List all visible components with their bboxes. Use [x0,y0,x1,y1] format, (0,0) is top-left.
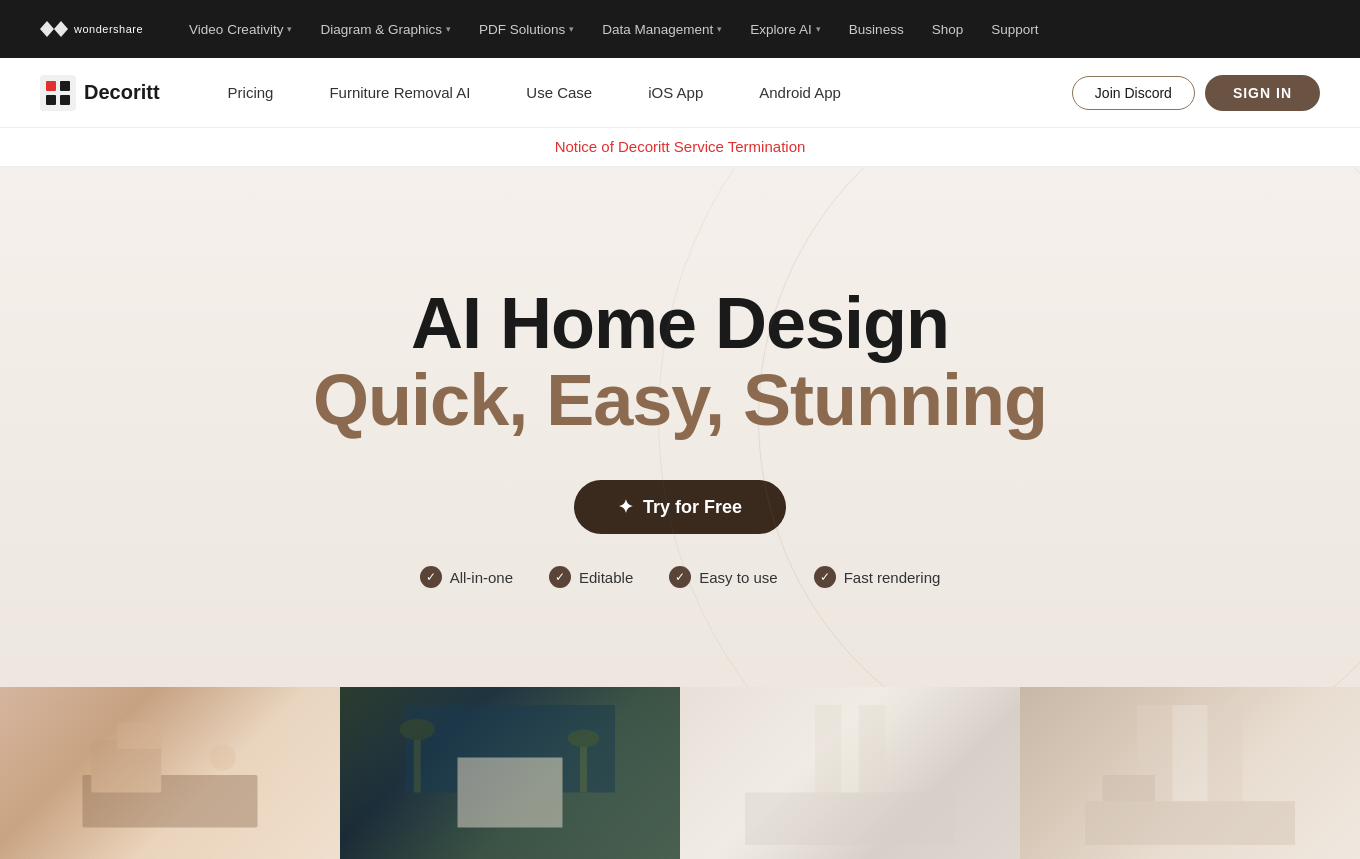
try-for-free-button[interactable]: ✦ Try for Free [574,480,786,534]
feature-badge-fast-rendering: ✓ Fast rendering [814,566,941,588]
subnav-android-app[interactable]: Android App [731,58,869,128]
svg-rect-3 [46,95,56,105]
check-icon: ✓ [549,566,571,588]
svg-rect-7 [118,722,162,748]
wondershare-logo-area[interactable]: wondershare [40,19,143,39]
check-icon: ✓ [814,566,836,588]
svg-rect-0 [40,75,76,111]
gallery-item-2[interactable] [340,687,680,859]
feature-label: Fast rendering [844,569,941,586]
svg-rect-1 [46,81,56,91]
feature-label: Editable [579,569,633,586]
decoritt-brand-label: Decoritt [84,81,160,104]
top-nav-items: Video Creativity ▾ Diagram & Graphics ▾ … [175,0,1320,58]
svg-rect-2 [60,81,70,91]
sub-nav-items: Pricing Furniture Removal AI Use Case iO… [200,58,1072,128]
wondershare-label: wondershare [74,23,143,35]
svg-rect-10 [458,757,563,827]
nav-item-business[interactable]: Business [835,0,918,58]
chevron-down-icon: ▾ [569,24,574,34]
room-visual-1 [0,687,340,859]
nav-item-support[interactable]: Support [977,0,1052,58]
room-visual-3 [680,687,1020,859]
nav-item-diagram-graphics[interactable]: Diagram & Graphics ▾ [306,0,465,58]
chevron-down-icon: ▾ [446,24,451,34]
svg-rect-13 [580,740,587,793]
svg-rect-11 [414,731,421,792]
svg-point-8 [209,744,235,770]
gallery-section [0,687,1360,859]
chevron-down-icon: ▾ [287,24,292,34]
check-icon: ✓ [420,566,442,588]
top-navigation: wondershare Video Creativity ▾ Diagram &… [0,0,1360,58]
gallery-item-4[interactable] [1020,687,1360,859]
hero-section: AI Home Design Quick, Easy, Stunning ✦ T… [0,167,1360,687]
feature-label: Easy to use [699,569,777,586]
hero-title-main: AI Home Design [411,286,949,362]
gallery-item-1[interactable] [0,687,340,859]
sparkle-icon: ✦ [618,496,633,518]
sub-nav-right: Join Discord SIGN IN [1072,75,1320,111]
gallery-item-3[interactable] [680,687,1020,859]
check-icon: ✓ [669,566,691,588]
subnav-pricing[interactable]: Pricing [200,58,302,128]
feature-badge-easy-to-use: ✓ Easy to use [669,566,777,588]
notice-text: Notice of Decoritt Service Termination [555,138,806,155]
svg-rect-4 [60,95,70,105]
svg-rect-21 [1208,705,1243,810]
chevron-down-icon: ▾ [816,24,821,34]
svg-rect-23 [1085,801,1295,845]
nav-item-pdf-solutions[interactable]: PDF Solutions ▾ [465,0,588,58]
hero-cta-wrapper: ✦ Try for Free [574,480,786,534]
svg-rect-18 [745,792,955,845]
svg-point-14 [568,729,600,747]
feature-badge-editable: ✓ Editable [549,566,633,588]
subnav-ios-app[interactable]: iOS App [620,58,731,128]
subnav-furniture-removal[interactable]: Furniture Removal AI [301,58,498,128]
nav-item-shop[interactable]: Shop [918,0,978,58]
notice-bar[interactable]: Notice of Decoritt Service Termination [0,128,1360,167]
room-visual-2 [340,687,680,859]
join-discord-button[interactable]: Join Discord [1072,76,1195,110]
sign-in-button[interactable]: SIGN IN [1205,75,1320,111]
nav-item-explore-ai[interactable]: Explore AI ▾ [736,0,835,58]
hero-title-sub: Quick, Easy, Stunning [313,361,1047,440]
subnav-use-case[interactable]: Use Case [498,58,620,128]
sub-navigation: Decoritt Pricing Furniture Removal AI Us… [0,58,1360,128]
nav-item-data-management[interactable]: Data Management ▾ [588,0,736,58]
room-visual-4 [1020,687,1360,859]
feature-label: All-in-one [450,569,513,586]
nav-item-video-creativity[interactable]: Video Creativity ▾ [175,0,306,58]
feature-badges: ✓ All-in-one ✓ Editable ✓ Easy to use ✓ … [420,566,941,588]
svg-point-12 [400,719,435,740]
wondershare-logo[interactable]: wondershare [40,19,143,39]
chevron-down-icon: ▾ [717,24,722,34]
decoritt-logo[interactable]: Decoritt [40,75,160,111]
feature-badge-all-in-one: ✓ All-in-one [420,566,513,588]
try-for-free-label: Try for Free [643,497,742,518]
